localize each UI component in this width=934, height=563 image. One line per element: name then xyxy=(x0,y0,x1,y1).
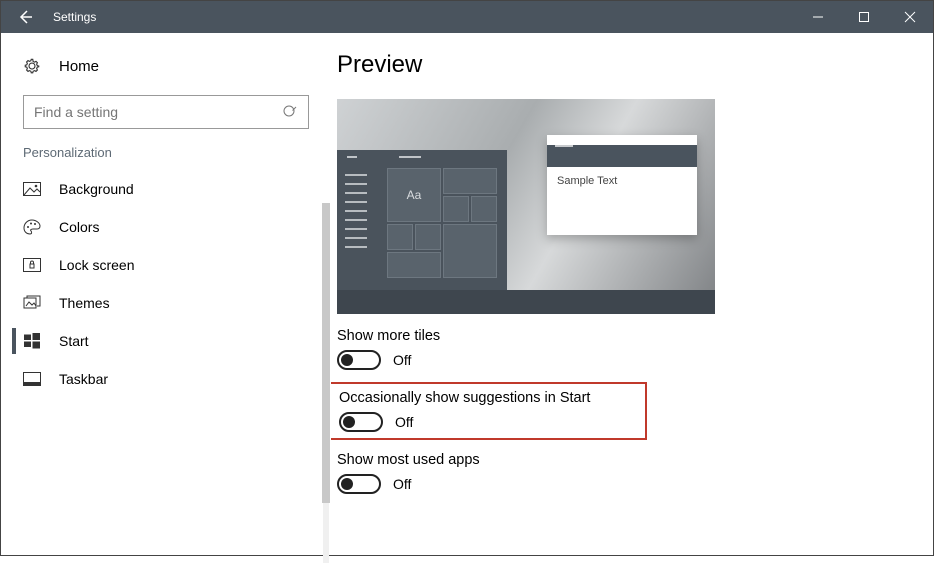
sidebar-item-label: Taskbar xyxy=(59,371,108,387)
sidebar-item-label: Colors xyxy=(59,219,99,235)
titlebar: Settings xyxy=(1,1,933,33)
setting-suggestions-in-start: Occasionally show suggestions in Start O… xyxy=(331,382,647,440)
setting-label: Occasionally show suggestions in Start xyxy=(339,390,635,406)
sidebar-item-label: Themes xyxy=(59,295,110,311)
page-heading: Preview xyxy=(337,51,903,79)
setting-label: Show more tiles xyxy=(337,328,903,344)
sidebar-item-start[interactable]: Start xyxy=(1,322,331,360)
scrollbar-thumb[interactable] xyxy=(322,203,330,503)
themes-icon xyxy=(23,295,41,311)
preview-sample-window: Sample Text xyxy=(547,135,697,235)
toggle-suggestions-in-start[interactable] xyxy=(339,412,383,432)
toggle-state: Off xyxy=(393,476,411,492)
minimize-button[interactable] xyxy=(795,1,841,33)
preview-taskbar xyxy=(337,290,715,314)
preview-start-menu: Aa xyxy=(337,150,507,290)
back-button[interactable] xyxy=(1,1,49,33)
sidebar-item-lock-screen[interactable]: Lock screen xyxy=(1,246,331,284)
home-link[interactable]: Home xyxy=(1,51,331,89)
sidebar-item-label: Background xyxy=(59,181,134,197)
preview-thumbnail: Aa Sample Text xyxy=(337,99,715,314)
preview-sample-text: Sample Text xyxy=(547,167,697,195)
search-icon xyxy=(282,104,298,120)
toggle-state: Off xyxy=(393,352,411,368)
toggle-state: Off xyxy=(395,414,413,430)
sidebar-item-label: Start xyxy=(59,333,89,349)
toggle-show-more-tiles[interactable] xyxy=(337,350,381,370)
search-box[interactable] xyxy=(23,95,309,129)
sidebar-item-taskbar[interactable]: Taskbar xyxy=(1,360,331,398)
search-input[interactable] xyxy=(34,104,282,120)
sidebar-item-colors[interactable]: Colors xyxy=(1,208,331,246)
palette-icon xyxy=(23,219,41,235)
sidebar: Home Personalization Background Colors L… xyxy=(1,33,331,555)
setting-show-most-used-apps: Show most used apps Off xyxy=(337,452,903,494)
setting-show-more-tiles: Show more tiles Off xyxy=(337,328,903,370)
gear-icon xyxy=(23,57,41,75)
sidebar-item-background[interactable]: Background xyxy=(1,170,331,208)
toggle-show-most-used-apps[interactable] xyxy=(337,474,381,494)
setting-label: Show most used apps xyxy=(337,452,903,468)
window-title: Settings xyxy=(53,10,96,24)
sidebar-item-label: Lock screen xyxy=(59,257,134,273)
main-panel: Preview Aa Sample Text Show more tiles xyxy=(331,33,933,555)
maximize-button[interactable] xyxy=(841,1,887,33)
preview-tile-aa: Aa xyxy=(387,168,441,222)
lock-screen-icon xyxy=(23,258,41,272)
picture-icon xyxy=(23,182,41,196)
category-label: Personalization xyxy=(1,145,331,170)
sidebar-item-themes[interactable]: Themes xyxy=(1,284,331,322)
home-label: Home xyxy=(59,58,99,75)
taskbar-icon xyxy=(23,372,41,386)
start-icon xyxy=(23,333,41,349)
close-button[interactable] xyxy=(887,1,933,33)
